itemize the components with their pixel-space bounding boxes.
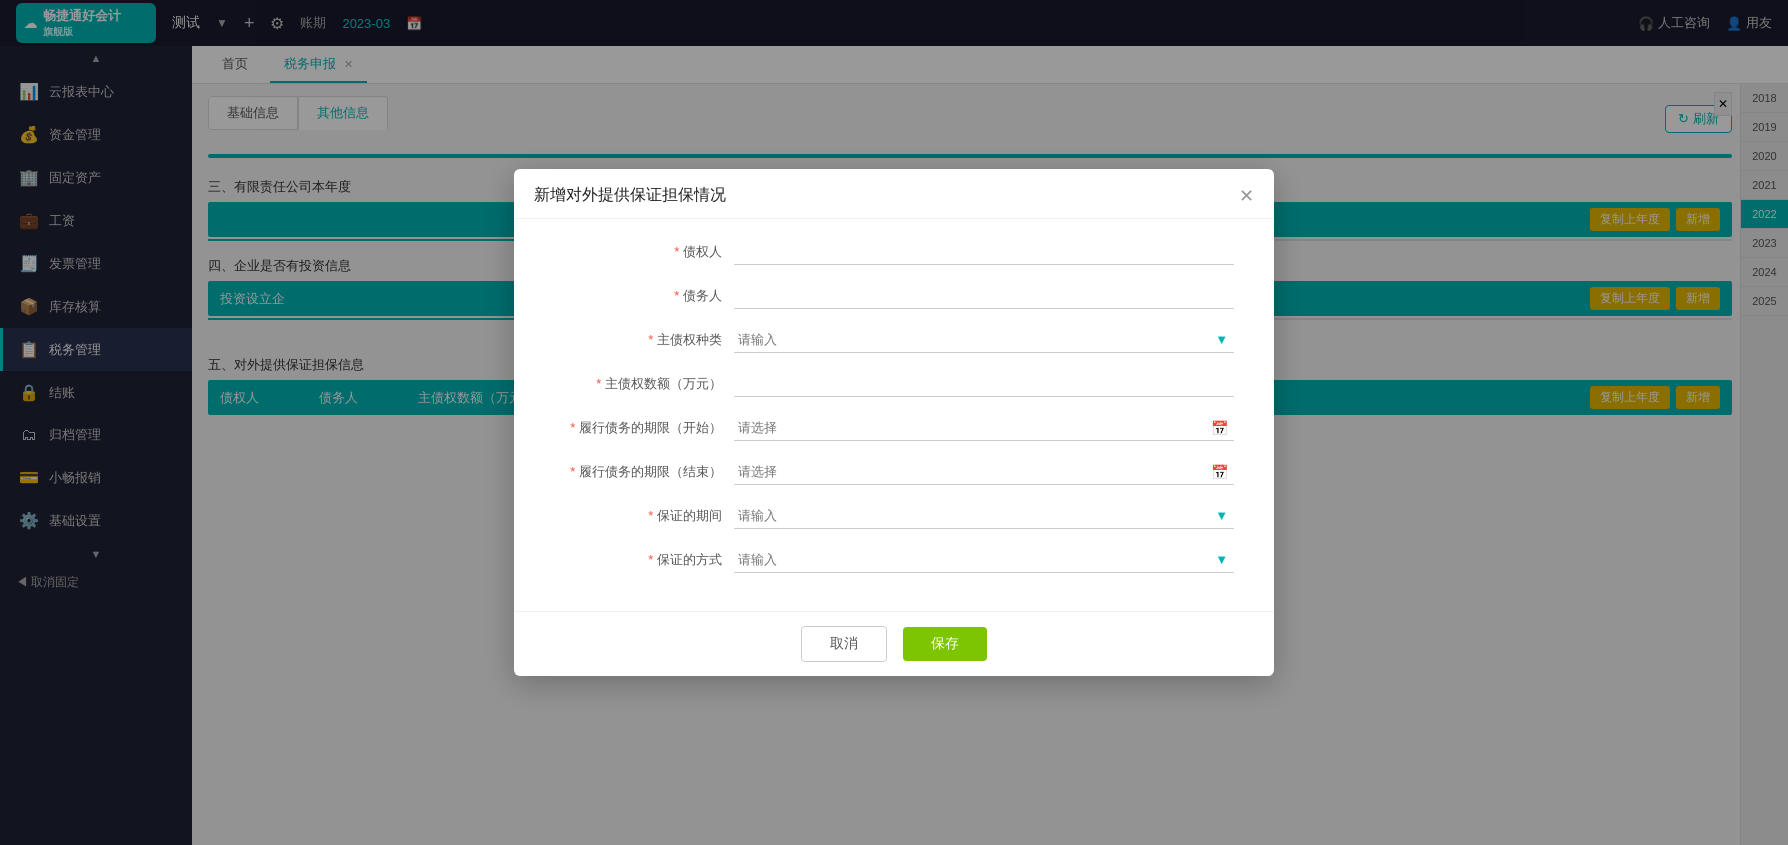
form-row-creditor: * 债权人 <box>554 239 1234 265</box>
form-row-debtor: * 债务人 <box>554 283 1234 309</box>
period-end-input[interactable] <box>734 459 1205 484</box>
dialog-close-button[interactable]: ✕ <box>1239 187 1254 205</box>
form-label-period-start: * 履行债务的期限（开始） <box>554 419 734 437</box>
dialog-overlay: 新增对外提供保证担保情况 ✕ * 债权人 * 债务人 <box>0 0 1788 845</box>
dialog-header: 新增对外提供保证担保情况 ✕ <box>514 169 1274 219</box>
guarantee-period-input[interactable] <box>734 503 1209 528</box>
form-row-guarantee-method: * 保证的方式 ▼ <box>554 547 1234 573</box>
creditor-input[interactable] <box>734 239 1234 265</box>
form-row-claim-amount: * 主债权数额（万元） <box>554 371 1234 397</box>
add-guarantee-dialog: 新增对外提供保证担保情况 ✕ * 债权人 * 债务人 <box>514 169 1274 676</box>
guarantee-method-select-wrap: ▼ <box>734 547 1234 573</box>
dialog-title: 新增对外提供保证担保情况 <box>534 185 726 206</box>
form-label-creditor: * 债权人 <box>554 243 734 261</box>
form-row-guarantee-period: * 保证的期间 ▼ <box>554 503 1234 529</box>
save-button[interactable]: 保存 <box>903 627 987 661</box>
form-label-guarantee-method: * 保证的方式 <box>554 551 734 569</box>
form-row-period-start: * 履行债务的期限（开始） 📅 <box>554 415 1234 441</box>
period-end-wrap: 📅 <box>734 459 1234 485</box>
form-label-guarantee-period: * 保证的期间 <box>554 507 734 525</box>
form-label-claim-amount: * 主债权数额（万元） <box>554 375 734 393</box>
guarantee-method-arrow-icon[interactable]: ▼ <box>1209 552 1234 567</box>
guarantee-period-select-wrap: ▼ <box>734 503 1234 529</box>
cancel-button[interactable]: 取消 <box>801 626 887 662</box>
claim-type-select-wrap: ▼ <box>734 327 1234 353</box>
form-label-debtor: * 债务人 <box>554 287 734 305</box>
period-end-calendar-icon[interactable]: 📅 <box>1205 464 1234 480</box>
dialog-body: * 债权人 * 债务人 * 主债权种类 <box>514 219 1274 611</box>
period-start-calendar-icon[interactable]: 📅 <box>1205 420 1234 436</box>
form-row-period-end: * 履行债务的期限（结束） 📅 <box>554 459 1234 485</box>
claim-type-input[interactable] <box>734 327 1209 352</box>
debtor-input[interactable] <box>734 283 1234 309</box>
claim-type-arrow-icon[interactable]: ▼ <box>1209 332 1234 347</box>
period-start-input[interactable] <box>734 415 1205 440</box>
form-label-period-end: * 履行债务的期限（结束） <box>554 463 734 481</box>
guarantee-method-input[interactable] <box>734 547 1209 572</box>
form-label-claim-type: * 主债权种类 <box>554 331 734 349</box>
dialog-footer: 取消 保存 <box>514 611 1274 676</box>
claim-amount-input[interactable] <box>734 371 1234 397</box>
form-row-claim-type: * 主债权种类 ▼ <box>554 327 1234 353</box>
period-start-wrap: 📅 <box>734 415 1234 441</box>
guarantee-period-arrow-icon[interactable]: ▼ <box>1209 508 1234 523</box>
